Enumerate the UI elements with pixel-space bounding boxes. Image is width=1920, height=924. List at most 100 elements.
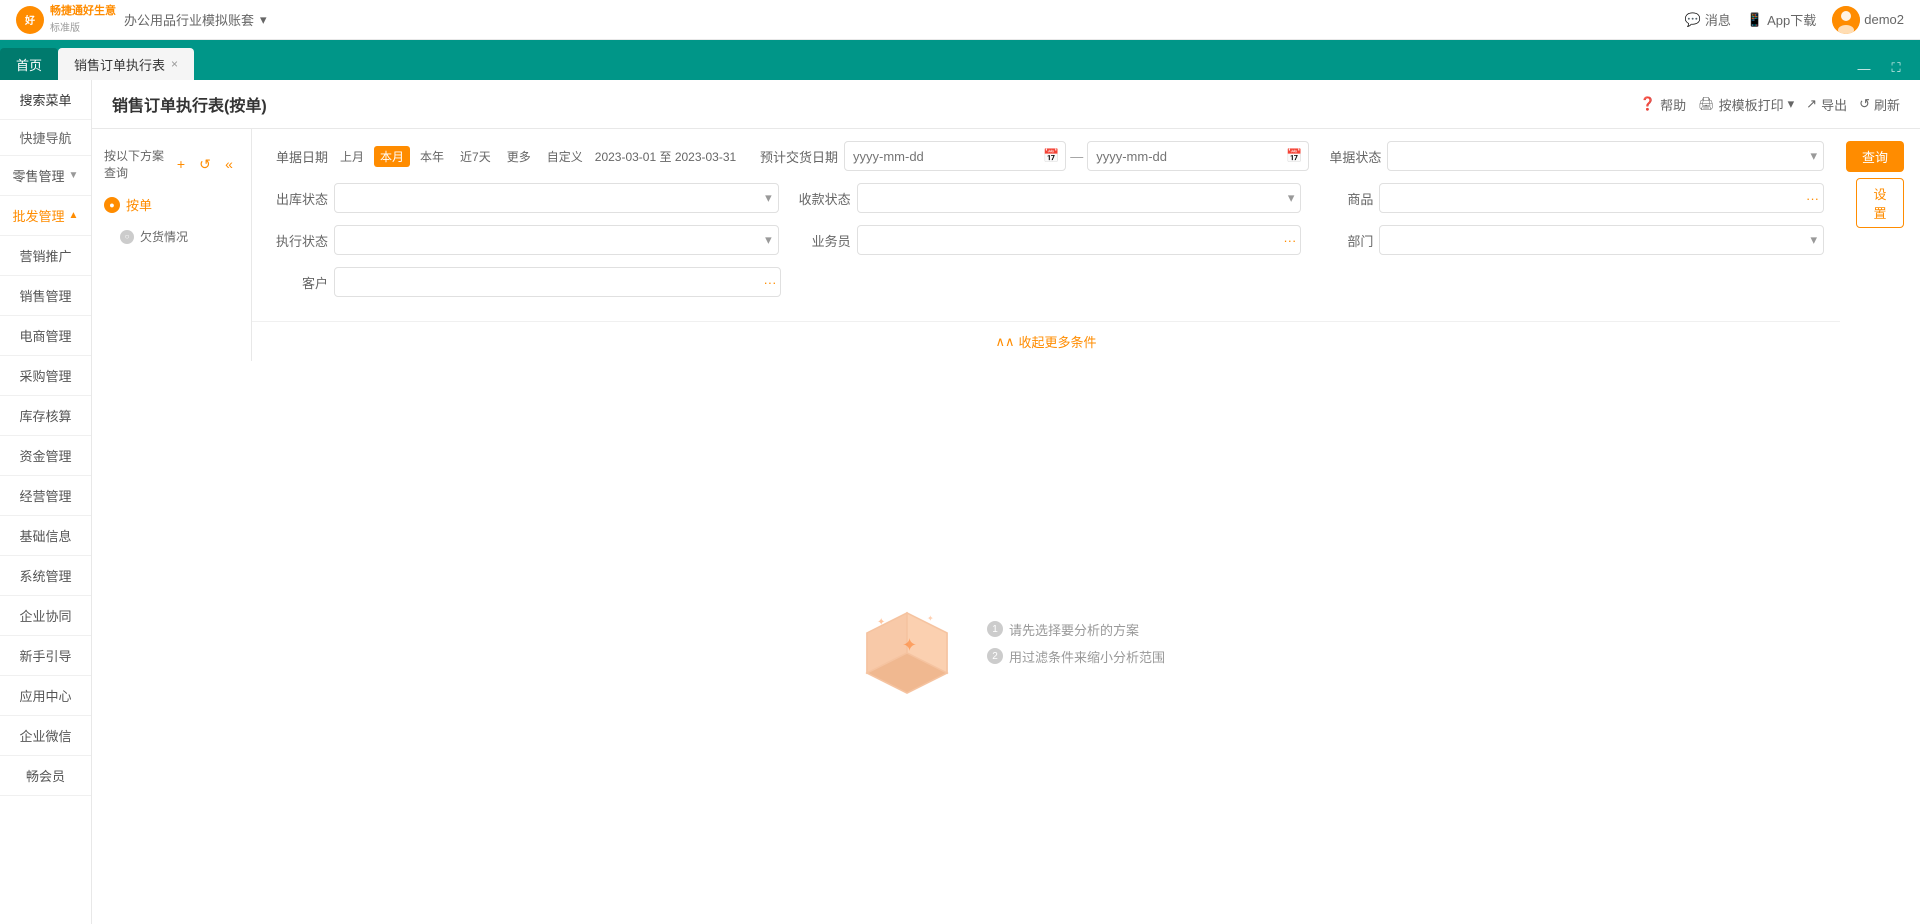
sidebar-search[interactable]: 搜索菜单	[0, 80, 91, 120]
salesman-dots-icon[interactable]: ···	[1279, 233, 1300, 248]
sidebar-item-inventory[interactable]: 库存核算	[0, 396, 91, 435]
help-button[interactable]: ❓ 帮助	[1640, 95, 1686, 114]
goods-text-input[interactable]	[1380, 191, 1802, 206]
date-tab-7days[interactable]: 近7天	[454, 146, 497, 167]
sidebar-item-operations[interactable]: 经营管理	[0, 476, 91, 515]
sidebar-item-finance[interactable]: 资金管理	[0, 436, 91, 475]
exec-arrow-icon[interactable]: ▾	[759, 232, 778, 248]
date-tab-custom[interactable]: 自定义	[541, 146, 589, 167]
system-label: 系统管理	[19, 566, 71, 585]
delivery-status-select[interactable]: ▾	[334, 183, 779, 213]
search-menu-label[interactable]: 搜索菜单	[8, 90, 83, 109]
date-tab-more[interactable]: 更多	[501, 146, 537, 167]
exec-status-input[interactable]	[335, 233, 759, 248]
salesman-input[interactable]: ···	[857, 225, 1302, 255]
top-header: 好 畅捷通好生意 标准版 办公用品行业模拟账套 ▾ 💬 消息 📱 App下载 d…	[0, 0, 1920, 40]
scheme-add-icon[interactable]: +	[171, 154, 191, 174]
collapse-up-icon: ∧∧	[995, 334, 1014, 350]
customer-input[interactable]: ···	[334, 267, 781, 297]
template-print-button[interactable]: 🖨 按模板打印 ▾	[1698, 95, 1794, 114]
date-tab-last-month[interactable]: 上月	[334, 146, 370, 167]
goods-field: 商品 ···	[1313, 183, 1824, 213]
delivery-arrow-icon[interactable]: ▾	[759, 190, 778, 206]
sidebar-item-guide[interactable]: 新手引导	[0, 636, 91, 675]
payment-status-select[interactable]: ▾	[857, 183, 1302, 213]
order-status-input[interactable]	[1388, 149, 1804, 164]
sidebar-item-wholesale[interactable]: 批发管理 ▲	[0, 196, 91, 235]
sidebar-item-member[interactable]: 畅会员	[0, 756, 91, 795]
tab-home[interactable]: 首页	[0, 48, 58, 80]
user-area[interactable]: demo2	[1832, 6, 1904, 34]
exec-status-select[interactable]: ▾	[334, 225, 779, 255]
sidebar-item-appstore[interactable]: 应用中心	[0, 676, 91, 715]
refresh-button[interactable]: ↺ 刷新	[1859, 95, 1900, 114]
logo-area[interactable]: 好 畅捷通好生意 标准版	[16, 5, 116, 33]
tab-sales-order[interactable]: 销售订单执行表 ×	[58, 48, 194, 80]
date-tab-this-month[interactable]: 本月	[374, 146, 410, 167]
sidebar-item-retail[interactable]: 零售管理 ▼	[0, 156, 91, 195]
date-sep: —	[1070, 149, 1083, 164]
sidebar-item-quick-nav[interactable]: 快捷导航	[0, 120, 91, 156]
goods-dots-icon[interactable]: ···	[1802, 191, 1823, 206]
date-tab-this-year[interactable]: 本年	[414, 146, 450, 167]
tab-minimize-button[interactable]: —	[1852, 56, 1876, 80]
sidebar-item-purchase[interactable]: 采购管理	[0, 356, 91, 395]
sidebar-section-inventory: 库存核算	[0, 396, 91, 436]
exec-status-field: 执行状态 ▾	[268, 225, 779, 255]
export-button[interactable]: ↗ 导出	[1806, 95, 1847, 114]
payment-status-input[interactable]	[858, 191, 1282, 206]
svg-text:✦: ✦	[877, 617, 885, 628]
order-status-select[interactable]: ▾	[1387, 141, 1824, 171]
sidebar-item-wechat[interactable]: 企业微信	[0, 716, 91, 755]
sidebar-item-basic[interactable]: 基础信息	[0, 516, 91, 555]
expected-date-end-input[interactable]: 📅	[1087, 141, 1309, 171]
calendar-end-icon[interactable]: 📅	[1280, 148, 1308, 164]
dept-select[interactable]: ▾	[1379, 225, 1824, 255]
sidebar-section-basic: 基础信息	[0, 516, 91, 556]
settings-button[interactable]: 设置	[1856, 178, 1904, 228]
filter-row-4: 客户 ···	[268, 267, 1824, 297]
dept-input[interactable]	[1380, 233, 1804, 248]
app-download-icon: 📱	[1747, 12, 1763, 28]
message-button[interactable]: 💬 消息	[1685, 10, 1731, 29]
expected-date-end-field[interactable]	[1088, 149, 1280, 164]
query-button[interactable]: 查询	[1846, 141, 1904, 172]
sidebar-section-operations: 经营管理	[0, 476, 91, 516]
breadcrumb-text: 办公用品行业模拟账套	[124, 10, 254, 29]
sidebar-item-enterprise[interactable]: 企业协同	[0, 596, 91, 635]
calendar-start-icon[interactable]: 📅	[1037, 148, 1065, 164]
header-left: 好 畅捷通好生意 标准版 办公用品行业模拟账套 ▾	[16, 5, 267, 33]
exec-status-label: 执行状态	[268, 231, 328, 250]
expected-date-start-input[interactable]: 📅	[844, 141, 1066, 171]
customer-dots-icon[interactable]: ···	[759, 275, 780, 290]
tab-maximize-button[interactable]: ⛶	[1884, 56, 1908, 80]
message-label: 消息	[1705, 10, 1731, 29]
dept-arrow-icon[interactable]: ▾	[1804, 232, 1823, 248]
delivery-status-input[interactable]	[335, 191, 759, 206]
goods-input[interactable]: ···	[1379, 183, 1824, 213]
date-label: 单据日期	[268, 147, 328, 166]
payment-arrow-icon[interactable]: ▾	[1282, 190, 1301, 206]
scheme-refresh-icon[interactable]: ↺	[195, 154, 215, 174]
delivery-status-field: 出库状态 ▾	[268, 183, 779, 213]
expected-date-start-field[interactable]	[845, 149, 1037, 164]
scheme-sub-item-shortage[interactable]: ○ 欠货情况	[92, 222, 251, 251]
salesman-text-input[interactable]	[858, 233, 1280, 248]
breadcrumb[interactable]: 办公用品行业模拟账套 ▾	[124, 10, 267, 29]
sidebar-item-marketing[interactable]: 营销推广	[0, 236, 91, 275]
sidebar-item-system[interactable]: 系统管理	[0, 556, 91, 595]
hint-1-label: 请先选择要分析的方案	[1009, 620, 1139, 639]
customer-text-input[interactable]	[335, 275, 759, 290]
sidebar-item-sales[interactable]: 销售管理	[0, 276, 91, 315]
tab-close-icon[interactable]: ×	[171, 57, 178, 71]
app-download-button[interactable]: 📱 App下载	[1747, 10, 1816, 29]
order-status-arrow-icon[interactable]: ▾	[1804, 148, 1823, 164]
sidebar-item-ecommerce[interactable]: 电商管理	[0, 316, 91, 355]
collapse-button[interactable]: ∧∧ 收起更多条件	[995, 326, 1096, 357]
scheme-panel: 按以下方案查询 + ↺ « ● 按单 ○ 欠货情况	[92, 129, 252, 361]
scheme-item-by-order[interactable]: ● 按单	[92, 187, 251, 222]
sidebar-section-retail: 零售管理 ▼	[0, 156, 91, 196]
scheme-collapse-icon[interactable]: «	[219, 154, 239, 174]
collapse-label: 收起更多条件	[1019, 332, 1097, 351]
wechat-label: 企业微信	[19, 726, 71, 745]
